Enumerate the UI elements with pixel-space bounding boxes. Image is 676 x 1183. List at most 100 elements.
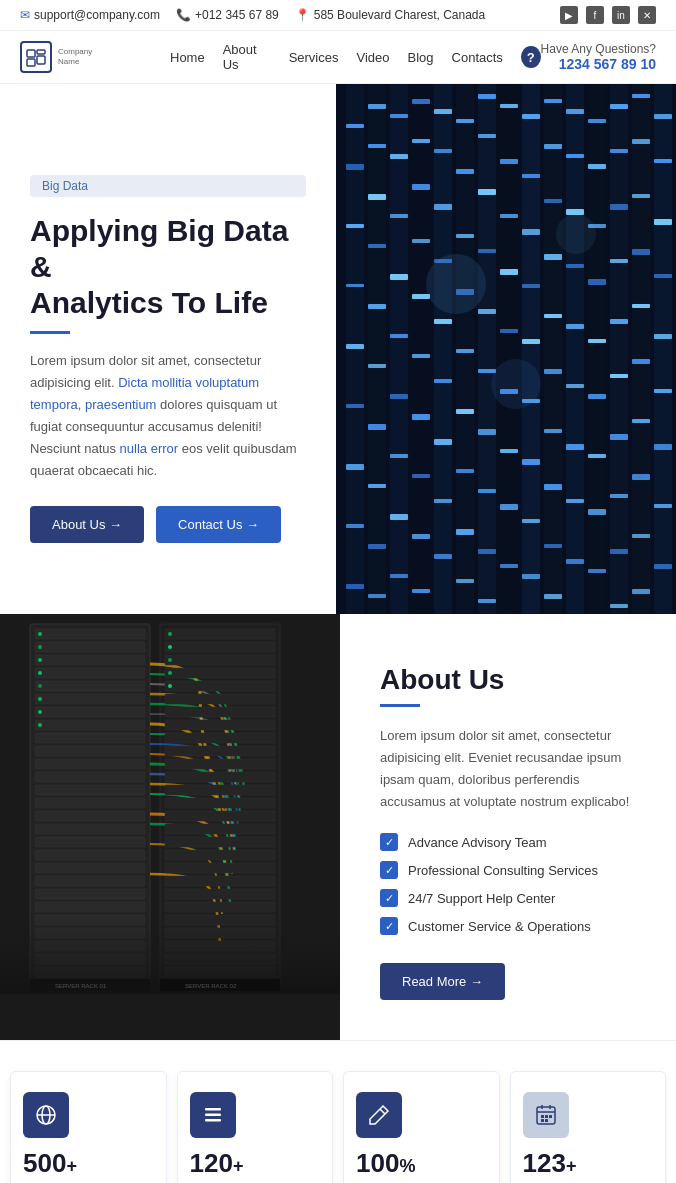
svg-rect-217 xyxy=(165,824,275,834)
svg-rect-179 xyxy=(35,785,145,795)
svg-rect-78 xyxy=(478,189,496,195)
linkedin-icon[interactable]: in xyxy=(612,6,630,24)
about-divider xyxy=(380,704,420,707)
svg-rect-106 xyxy=(544,199,562,203)
svg-rect-93 xyxy=(500,504,518,510)
nav-about[interactable]: About Us xyxy=(223,42,271,72)
svg-rect-33 xyxy=(368,304,386,309)
svg-rect-187 xyxy=(35,889,145,899)
svg-rect-43 xyxy=(390,334,408,338)
svg-rect-155 xyxy=(654,274,672,278)
svg-rect-45 xyxy=(390,454,408,458)
svg-rect-68 xyxy=(456,169,474,174)
svg-rect-56 xyxy=(412,534,430,539)
svg-rect-188 xyxy=(35,902,145,912)
list-icon xyxy=(201,1103,225,1127)
svg-rect-60 xyxy=(434,204,452,210)
youtube-icon[interactable]: ▶ xyxy=(560,6,578,24)
svg-rect-146 xyxy=(632,304,650,308)
navbar: Company Name Home About Us Services Vide… xyxy=(0,31,676,84)
svg-rect-6 xyxy=(368,84,386,614)
nav-blog[interactable]: Blog xyxy=(408,50,434,65)
facebook-icon[interactable]: f xyxy=(586,6,604,24)
svg-rect-148 xyxy=(632,419,650,423)
svg-point-198 xyxy=(38,684,42,688)
svg-rect-30 xyxy=(368,144,386,148)
about-us-button[interactable]: About Us → xyxy=(30,506,144,543)
about-content: About Us Lorem ipsum dolor sit amet, con… xyxy=(340,614,676,1040)
hero-link-1[interactable]: Dicta mollitia voluptatum tempora, praes… xyxy=(30,375,259,412)
svg-rect-172 xyxy=(35,694,145,704)
svg-rect-159 xyxy=(654,504,672,508)
svg-rect-153 xyxy=(654,159,672,163)
svg-rect-44 xyxy=(390,394,408,399)
svg-rect-156 xyxy=(654,334,672,339)
svg-rect-111 xyxy=(544,484,562,490)
svg-rect-58 xyxy=(434,109,452,114)
stat-card-2: 120+ Click on the text in the block and … xyxy=(177,1071,334,1183)
svg-rect-34 xyxy=(368,364,386,368)
svg-rect-218 xyxy=(165,837,275,847)
svg-rect-212 xyxy=(165,759,275,769)
svg-rect-48 xyxy=(412,99,430,104)
svg-rect-202 xyxy=(165,629,275,639)
svg-rect-85 xyxy=(478,599,496,603)
svg-point-233 xyxy=(168,684,172,688)
nav-contacts[interactable]: Contacts xyxy=(452,50,503,65)
svg-rect-135 xyxy=(610,259,628,263)
svg-rect-152 xyxy=(654,114,672,119)
svg-rect-73 xyxy=(456,469,474,473)
svg-rect-32 xyxy=(368,244,386,248)
svg-rect-37 xyxy=(368,544,386,549)
svg-rect-158 xyxy=(654,444,672,450)
help-button[interactable]: ? xyxy=(521,46,541,68)
svg-rect-222 xyxy=(165,889,275,899)
svg-rect-205 xyxy=(165,668,275,678)
svg-rect-7 xyxy=(390,84,408,614)
svg-rect-53 xyxy=(412,354,430,358)
check-icon-3: ✓ xyxy=(380,889,398,907)
svg-rect-0 xyxy=(27,50,35,57)
svg-rect-127 xyxy=(588,339,606,343)
nav-home[interactable]: Home xyxy=(170,50,205,65)
svg-rect-168 xyxy=(35,642,145,652)
contact-us-button[interactable]: Contact Us → xyxy=(156,506,281,543)
svg-rect-157 xyxy=(654,389,672,393)
svg-point-200 xyxy=(38,710,42,714)
svg-rect-242 xyxy=(205,1108,221,1111)
svg-rect-1 xyxy=(37,50,45,54)
nav-services[interactable]: Services xyxy=(289,50,339,65)
email-contact: ✉ support@company.com xyxy=(20,8,160,22)
read-more-button[interactable]: Read More → xyxy=(380,963,505,1000)
svg-rect-21 xyxy=(346,164,364,170)
svg-rect-220 xyxy=(165,863,275,873)
stat-number-4: 123+ xyxy=(523,1148,654,1179)
svg-rect-51 xyxy=(412,239,430,243)
svg-rect-31 xyxy=(368,194,386,200)
svg-rect-47 xyxy=(390,574,408,578)
svg-rect-251 xyxy=(545,1115,548,1118)
svg-rect-89 xyxy=(500,269,518,275)
svg-rect-72 xyxy=(456,409,474,414)
svg-rect-3 xyxy=(27,59,35,66)
svg-rect-119 xyxy=(566,384,584,388)
svg-rect-55 xyxy=(412,474,430,478)
svg-rect-176 xyxy=(35,746,145,756)
svg-rect-42 xyxy=(390,274,408,280)
nav-video[interactable]: Video xyxy=(357,50,390,65)
logo-text: Company Name xyxy=(58,47,92,66)
hero-buttons: About Us → Contact Us → xyxy=(30,506,306,543)
svg-point-201 xyxy=(38,723,42,727)
hero-link-2[interactable]: nulla error xyxy=(120,441,179,456)
twitter-icon[interactable]: ✕ xyxy=(638,6,656,24)
svg-rect-9 xyxy=(434,84,452,614)
hero-section: Big Data Applying Big Data &Analytics To… xyxy=(0,84,676,614)
svg-rect-35 xyxy=(368,424,386,430)
server-svg: SERVER RACK 01 SERVER RACK 02 xyxy=(0,614,340,994)
svg-text:SERVER RACK 02: SERVER RACK 02 xyxy=(185,983,237,989)
svg-rect-110 xyxy=(544,429,562,433)
svg-rect-46 xyxy=(390,514,408,520)
check-icon-2: ✓ xyxy=(380,861,398,879)
svg-rect-75 xyxy=(456,579,474,583)
svg-rect-27 xyxy=(346,524,364,528)
